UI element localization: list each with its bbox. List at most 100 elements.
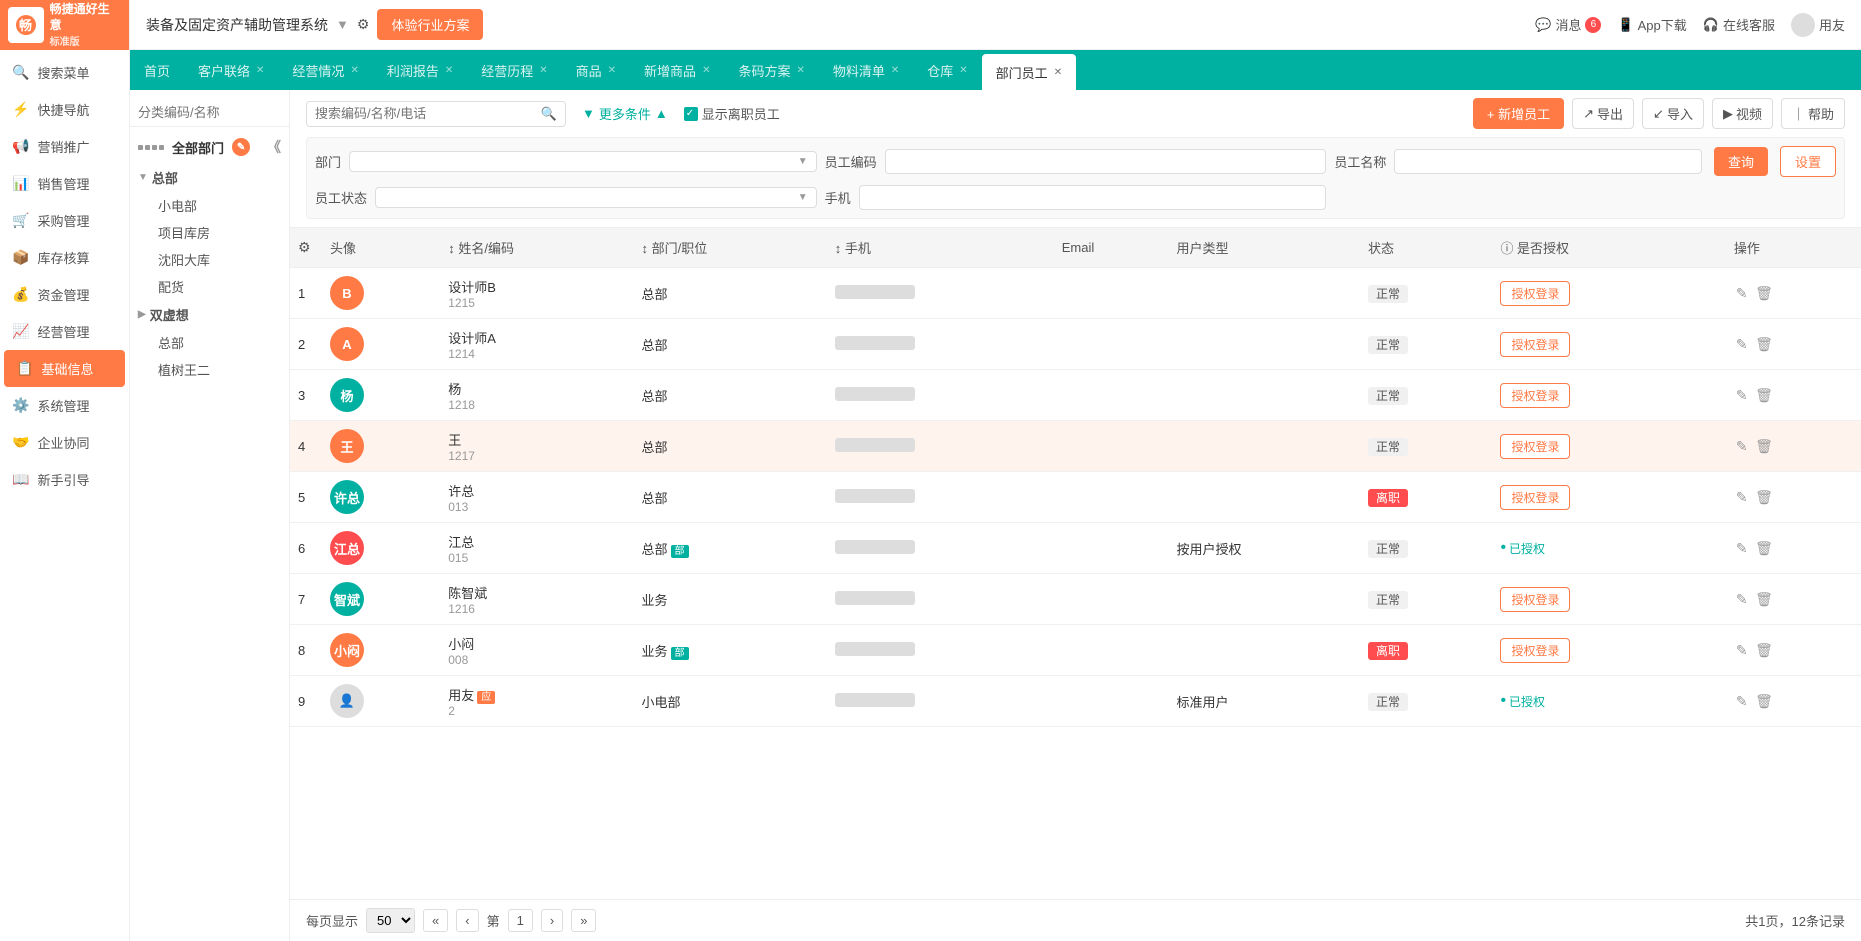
delete-button[interactable]: 🗑 [1755,591,1773,607]
dept-child-shenyang[interactable]: 沈阳大库 [130,246,289,273]
first-page-button[interactable]: « [423,909,448,932]
user-button[interactable]: 用友 [1791,13,1845,37]
edit-button[interactable]: ✎ [1736,591,1748,607]
sidebar-item-inventory[interactable]: 📦库存核算 [0,239,129,276]
delete-button[interactable]: 🗑 [1755,285,1773,301]
add-employee-button[interactable]: + 新增员工 [1473,98,1564,129]
dept-child-xdept[interactable]: 小电部 [130,192,289,219]
dept-search-input[interactable] [138,105,290,120]
sidebar-item-marketing[interactable]: 📢营销推广 [0,128,129,165]
sidebar-item-guide[interactable]: 📖新手引导 [0,461,129,498]
tab-customer[interactable]: 客户联络✕ [184,50,278,90]
delete-button[interactable]: 🗑 [1755,489,1773,505]
auth-button[interactable]: 授权登录 [1500,638,1570,663]
dept-edit-icon[interactable]: ✎ [232,138,250,156]
edit-button[interactable]: ✎ [1736,489,1748,505]
sidebar-item-nav[interactable]: ⚡快捷导航 [0,91,129,128]
dept-select[interactable]: ▼ [349,151,817,172]
close-customer-tab[interactable]: ✕ [256,65,264,76]
edit-button[interactable]: ✎ [1736,642,1748,658]
edit-button[interactable]: ✎ [1736,438,1748,454]
tab-history[interactable]: 经营历程✕ [467,50,561,90]
delete-button[interactable]: 🗑 [1755,540,1773,556]
video-button[interactable]: ▶ 视频 [1712,98,1773,129]
close-history-tab[interactable]: ✕ [539,65,547,76]
close-new-goods-tab[interactable]: ✕ [702,65,710,76]
delete-button[interactable]: 🗑 [1755,642,1773,658]
query-button[interactable]: 查询 [1714,147,1768,176]
gear-icon[interactable]: ⚙ [357,16,370,33]
search-icon[interactable]: 🔍 [541,106,557,122]
close-employees-tab[interactable]: ✕ [1054,67,1062,78]
tab-employees[interactable]: 部门员工✕ [982,54,1076,90]
sidebar-item-finance[interactable]: 💰资金管理 [0,276,129,313]
name-filter-input[interactable] [1394,149,1702,174]
auth-button[interactable]: 授权登录 [1500,281,1570,306]
auth-button[interactable]: 授权登录 [1500,434,1570,459]
col-phone[interactable]: ↕ 手机 [827,228,1054,268]
edit-button[interactable]: ✎ [1736,285,1748,301]
col-dept[interactable]: ↕ 部门/职位 [633,228,826,268]
per-page-select[interactable]: 50 [366,908,415,933]
next-page-button[interactable]: › [541,909,563,932]
code-filter-input[interactable] [885,149,1327,174]
delete-button[interactable]: 🗑 [1755,387,1773,403]
tab-barcode[interactable]: 条码方案✕ [724,50,818,90]
auth-button[interactable]: 授权登录 [1500,587,1570,612]
more-conditions-button[interactable]: ▼ 更多条件 ▲ [574,100,676,127]
auth-button[interactable]: 授权登录 [1500,332,1570,357]
edit-button[interactable]: ✎ [1736,693,1748,709]
help-button[interactable]: ｜ 帮助 [1781,98,1845,129]
import-button[interactable]: ↙ 导入 [1642,98,1704,129]
table-settings-icon[interactable]: ⚙ [298,239,311,255]
last-page-button[interactable]: » [571,909,596,932]
tab-profit[interactable]: 利润报告✕ [373,50,467,90]
sidebar-item-operations[interactable]: 📈经营管理 [0,313,129,350]
close-barcode-tab[interactable]: ✕ [796,65,804,76]
tab-warehouse[interactable]: 仓库✕ [913,50,981,90]
delete-button[interactable]: 🗑 [1755,336,1773,352]
tab-bom[interactable]: 物料清单✕ [819,50,913,90]
dept-child-project[interactable]: 项目库房 [130,219,289,246]
sidebar-item-purchase[interactable]: 🛒采购管理 [0,202,129,239]
col-name[interactable]: ↕ 姓名/编码 [440,228,633,268]
dept-child-plant[interactable]: 植树王二 [130,356,289,383]
phone-filter-input[interactable] [859,185,1327,210]
sidebar-item-sales[interactable]: 📊销售管理 [0,165,129,202]
dept-node-headquarter-group[interactable]: ▼ 总部 [130,163,289,192]
tab-new-goods[interactable]: 新增商品✕ [630,50,724,90]
sidebar-item-search[interactable]: 🔍搜索菜单 [0,54,129,91]
tab-goods[interactable]: 商品✕ [562,50,630,90]
dept-child-hq[interactable]: 总部 [130,329,289,356]
tab-operation[interactable]: 经营情况✕ [278,50,372,90]
sidebar-item-system[interactable]: ⚙️系统管理 [0,387,129,424]
export-button[interactable]: ↗ 导出 [1572,98,1634,129]
edit-button[interactable]: ✎ [1736,540,1748,556]
delete-button[interactable]: 🗑 [1755,693,1773,709]
collapse-tree-button[interactable]: 《 [267,137,281,157]
tab-home[interactable]: 首页 [130,50,184,90]
close-profit-tab[interactable]: ✕ [445,65,453,76]
close-operation-tab[interactable]: ✕ [350,65,358,76]
auth-button[interactable]: 授权登录 [1500,485,1570,510]
edit-button[interactable]: ✎ [1736,336,1748,352]
search-input[interactable] [315,106,537,121]
message-button[interactable]: 💬 消息 6 [1535,15,1601,34]
set-button[interactable]: 设置 [1780,146,1836,177]
checkbox-show-leave[interactable] [684,107,698,121]
online-service-button[interactable]: 🎧 在线客服 [1703,15,1775,34]
auth-button[interactable]: 授权登录 [1500,383,1570,408]
sidebar-item-collab[interactable]: 🤝企业协同 [0,424,129,461]
status-select[interactable]: ▼ [375,187,817,208]
app-download-button[interactable]: 📱 App下载 [1617,15,1686,34]
prev-page-button[interactable]: ‹ [456,909,478,932]
close-warehouse-tab[interactable]: ✕ [959,65,967,76]
dept-node-double[interactable]: ▶ 双虚想 [130,300,289,329]
close-bom-tab[interactable]: ✕ [891,65,899,76]
close-goods-tab[interactable]: ✕ [608,65,616,76]
dept-child-distribution[interactable]: 配货 [130,273,289,300]
trial-button[interactable]: 体验行业方案 [377,9,483,40]
title-dropdown-icon[interactable]: ▼ [336,17,349,32]
sidebar-item-basic[interactable]: 📋基础信息 [4,350,125,387]
delete-button[interactable]: 🗑 [1755,438,1773,454]
